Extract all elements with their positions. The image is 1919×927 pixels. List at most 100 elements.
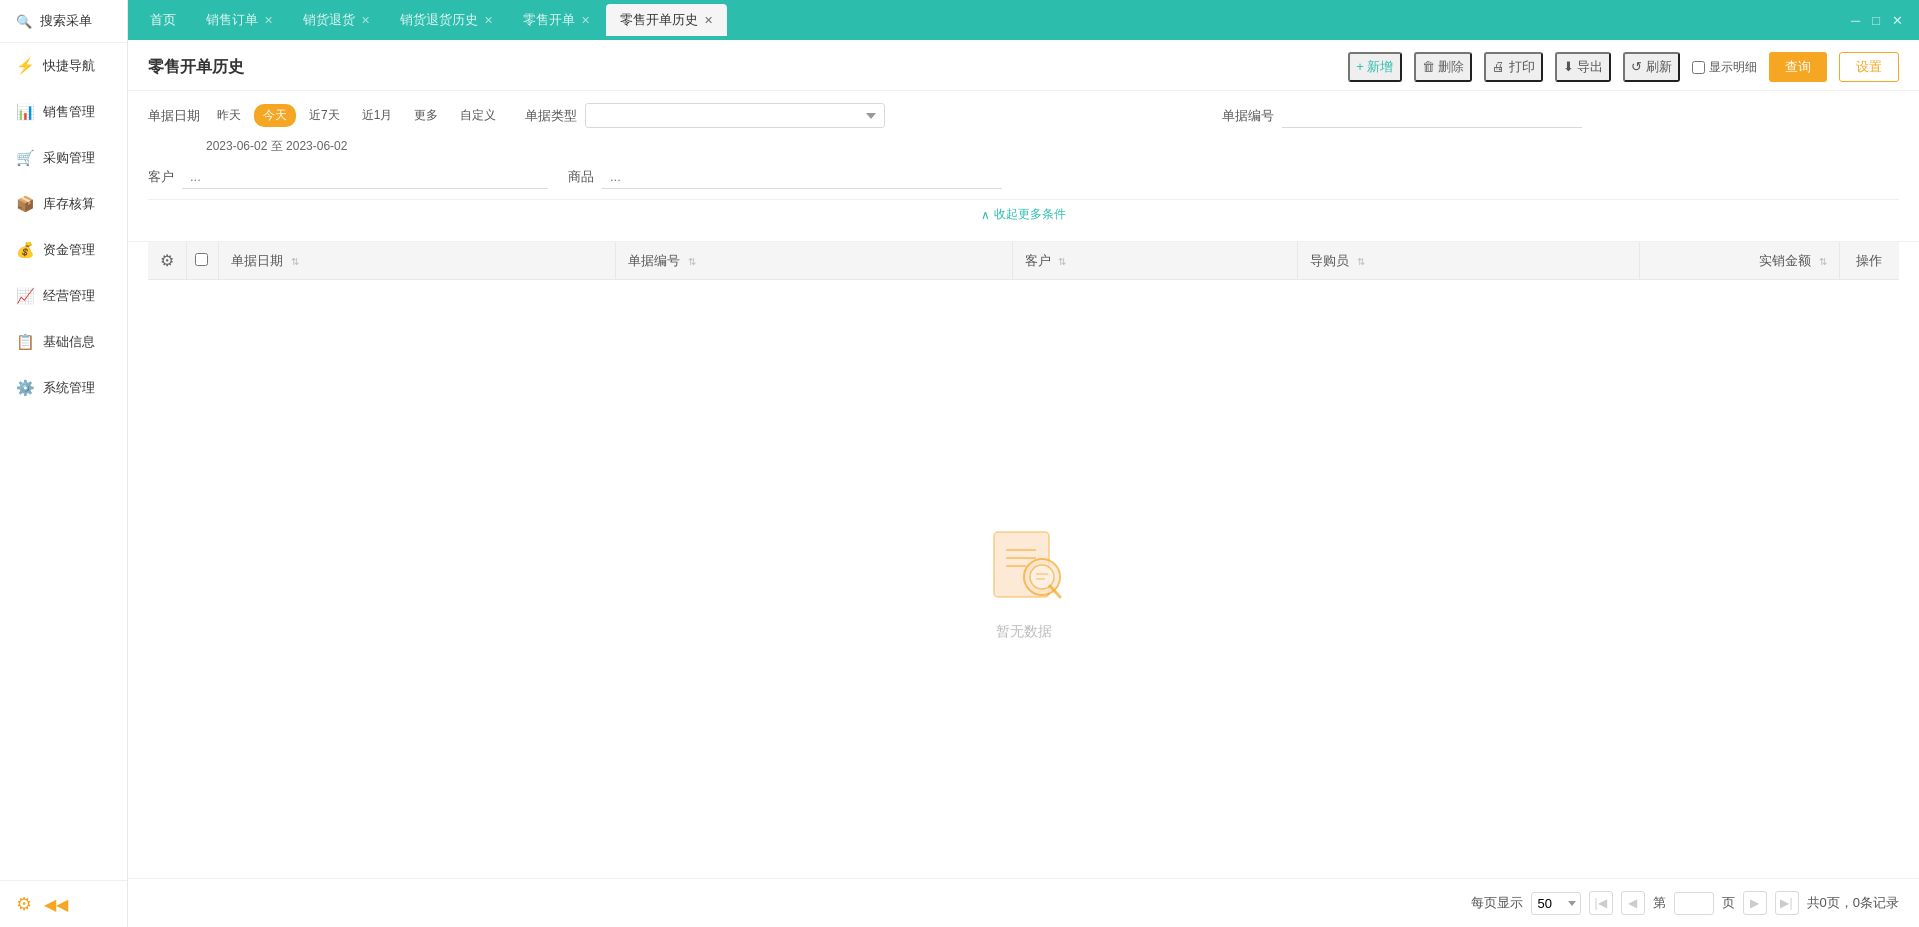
collapse-icon: ∧ (981, 208, 990, 222)
product-label: 商品 (568, 168, 594, 186)
next-page-btn[interactable]: ▶ (1743, 891, 1767, 915)
per-page-select[interactable]: 102050100 (1531, 892, 1581, 915)
setting-button[interactable]: 设置 (1839, 52, 1899, 82)
customer-filter-item: 客户 (148, 165, 548, 189)
first-page-btn[interactable]: |◀ (1589, 891, 1613, 915)
doc-type-filter-item: 单据类型 (525, 103, 1202, 128)
th-amount-label: 实销金额 (1759, 253, 1811, 268)
collapse-sidebar-icon[interactable]: ◀◀ (44, 895, 68, 914)
total-text: 共0页，0条记录 (1807, 894, 1899, 912)
print-button[interactable]: 🖨 打印 (1484, 52, 1543, 82)
date-btn-today[interactable]: 今天 (254, 104, 296, 127)
th-amount-sort[interactable]: ⇅ (1819, 256, 1827, 267)
last-page-btn[interactable]: ▶| (1775, 891, 1799, 915)
tab-label-home: 首页 (150, 11, 176, 29)
th-doc-no-sort[interactable]: ⇅ (688, 256, 696, 267)
collapse-filter-bar[interactable]: ∧ 收起更多条件 (148, 199, 1899, 229)
nav-icon-sys-mgmt: ⚙️ (16, 379, 35, 397)
th-doc-date: 单据日期 ⇅ (219, 242, 616, 280)
tab-close-sales-return-history[interactable]: ✕ (484, 14, 493, 27)
tab-close-sales-return[interactable]: ✕ (361, 14, 370, 27)
table-header-row: ⚙ 单据日期 ⇅ 单据编号 ⇅ (148, 242, 1899, 280)
table-area: ⚙ 单据日期 ⇅ 单据编号 ⇅ (128, 242, 1919, 878)
th-guide-sort[interactable]: ⇅ (1357, 256, 1365, 267)
tab-close-retail-open[interactable]: ✕ (581, 14, 590, 27)
doc-type-label: 单据类型 (525, 107, 577, 125)
th-customer-sort[interactable]: ⇅ (1058, 256, 1066, 267)
tab-label-sales-return: 销货退货 (303, 11, 355, 29)
nav-label-quick-nav: 快捷导航 (43, 57, 95, 75)
show-detail-toggle[interactable]: 显示明细 (1692, 59, 1757, 76)
tab-label-retail-history: 零售开单历史 (620, 11, 698, 29)
product-input[interactable] (602, 165, 1002, 189)
tab-close-retail-history[interactable]: ✕ (704, 14, 713, 27)
doc-no-input[interactable] (1282, 104, 1582, 128)
collapse-label: 收起更多条件 (994, 206, 1066, 223)
select-all-checkbox[interactable] (195, 253, 208, 266)
nav-label-operation: 经营管理 (43, 287, 95, 305)
th-amount: 实销金额 ⇅ (1639, 242, 1839, 280)
tab-sales-order[interactable]: 销售订单✕ (192, 4, 287, 36)
tabs-left: 首页销售订单✕销货退货✕销货退货历史✕零售开单✕零售开单历史✕ (136, 4, 727, 36)
sidebar: 🔍 搜索采单 ⚡快捷导航📊销售管理 🛒 采购管理 📦库存核算💰资金管理📈经营管理📋基础… (0, 0, 128, 927)
filter-area: 单据日期 昨天今天近7天近1月更多自定义 单据类型 单据编号 2023-06- (128, 91, 1919, 242)
tab-home[interactable]: 首页 (136, 4, 190, 36)
show-detail-checkbox[interactable] (1692, 61, 1705, 74)
sidebar-item-sys-mgmt[interactable]: ⚙️ 系统管理 (0, 365, 127, 411)
tab-sales-return[interactable]: 销货退货 ✕ (289, 4, 384, 36)
prev-page-btn[interactable]: ◀ (1621, 891, 1645, 915)
nav-label-sys-mgmt: 系统管理 (43, 379, 95, 397)
page-number-input[interactable]: 1 (1674, 892, 1714, 915)
date-btn-more[interactable]: 更多 (405, 104, 447, 127)
pagination: 每页显示 102050100 |◀ ◀ 第 1 页 ▶ ▶| 共0页，0条记录 (128, 878, 1919, 927)
nav-icon-inventory: 📦 (16, 195, 35, 213)
export-button[interactable]: ⬇ 导出 (1555, 52, 1612, 82)
new-button[interactable]: + 新增 (1348, 52, 1401, 82)
table-settings-icon[interactable]: ⚙ (156, 248, 178, 273)
page-title: 零售开单历史 (148, 57, 244, 78)
refresh-button[interactable]: ↺ 刷新 (1623, 52, 1680, 82)
sidebar-item-quick-nav[interactable]: ⚡快捷导航 (0, 43, 127, 89)
sidebar-item-finance[interactable]: 💰资金管理 (0, 227, 127, 273)
th-customer: 客户 ⇅ (1012, 242, 1297, 280)
sidebar-item-sales-mgmt[interactable]: 📊销售管理 (0, 89, 127, 135)
filter-row-1: 单据日期 昨天今天近7天近1月更多自定义 单据类型 单据编号 (148, 103, 1899, 128)
page-header: 零售开单历史 + 新增 🗑 删除 🖨 打印 ⬇ 导出 ↺ 刷新 显示明细 查询 … (128, 40, 1919, 91)
tab-sales-return-history[interactable]: 销货退货历史✕ (386, 4, 507, 36)
date-btn-last1month[interactable]: 近1月 (353, 104, 402, 127)
date-range-text: 2023-06-02 至 2023-06-02 (206, 138, 347, 155)
doc-no-label: 单据编号 (1222, 107, 1274, 125)
customer-input[interactable] (182, 165, 548, 189)
sidebar-item-inventory[interactable]: 📦库存核算 (0, 181, 127, 227)
settings-icon[interactable]: ⚙ (16, 893, 32, 915)
th-doc-date-sort[interactable]: ⇅ (291, 256, 299, 267)
query-button[interactable]: 查询 (1769, 52, 1827, 82)
date-btn-yesterday[interactable]: 昨天 (208, 104, 250, 127)
empty-text: 暂无数据 (996, 623, 1052, 641)
date-btn-last7days[interactable]: 近7天 (300, 104, 349, 127)
nav-label-base-info: 基础信息 (43, 333, 95, 351)
sidebar-search[interactable]: 🔍 搜索采单 (0, 0, 127, 43)
tab-retail-open[interactable]: 零售开单✕ (509, 4, 604, 36)
sidebar-item-base-info[interactable]: 📋基础信息 (0, 319, 127, 365)
customer-label: 客户 (148, 168, 174, 186)
tabs-bar: 首页销售订单✕销货退货✕销货退货历史✕零售开单✕零售开单历史✕ ─ □ ✕ (128, 0, 1919, 40)
date-filter-item: 单据日期 昨天今天近7天近1月更多自定义 (148, 104, 505, 127)
page-label: 第 (1653, 894, 1666, 912)
doc-type-select[interactable] (585, 103, 885, 128)
nav-icon-purchase-mgmt: 🛒 (16, 149, 35, 167)
tab-close-sales-order[interactable]: ✕ (264, 14, 273, 27)
nav-label-purchase-mgmt: 采购管理 (43, 149, 95, 167)
empty-illustration (969, 517, 1079, 607)
window-close[interactable]: ✕ (1892, 13, 1903, 28)
delete-button[interactable]: 🗑 删除 (1414, 52, 1473, 82)
date-btn-custom[interactable]: 自定义 (451, 104, 505, 127)
sidebar-search-label: 搜索采单 (40, 12, 92, 30)
doc-no-filter-item: 单据编号 (1222, 104, 1899, 128)
window-minimize[interactable]: ─ (1851, 13, 1860, 28)
tab-retail-history[interactable]: 零售开单历史 ✕ (606, 4, 727, 36)
sidebar-item-operation[interactable]: 📈经营管理 (0, 273, 127, 319)
window-maximize[interactable]: □ (1872, 13, 1880, 28)
sidebar-item-purchase-mgmt[interactable]: 🛒 采购管理 (0, 135, 127, 181)
date-buttons: 昨天今天近7天近1月更多自定义 (208, 104, 505, 127)
